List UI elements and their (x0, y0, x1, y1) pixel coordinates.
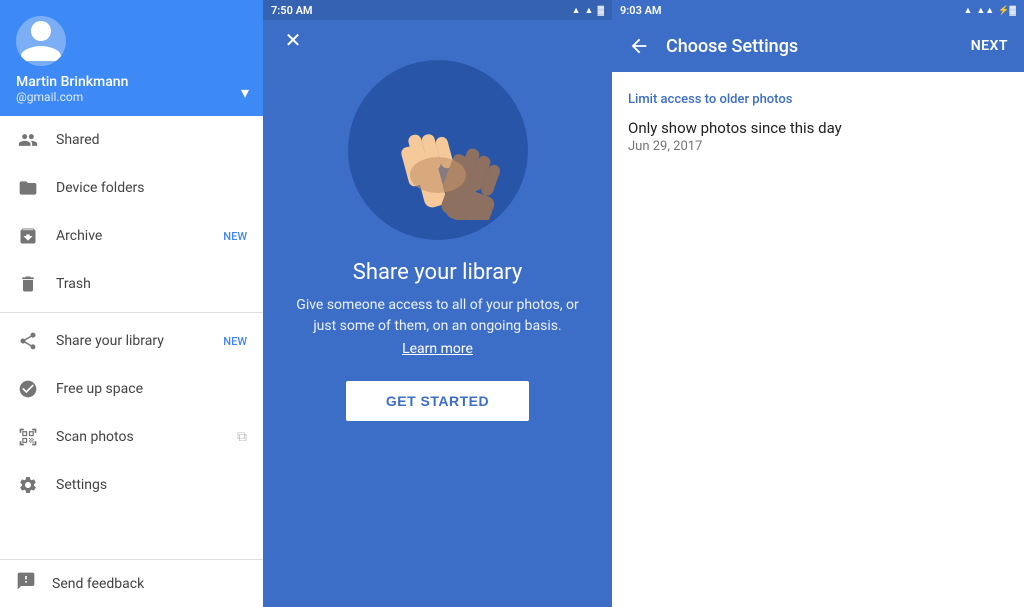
user-header[interactable]: Martin Brinkmann @gmail.com ▾ (0, 0, 263, 116)
dialog-status-time: 7:50 AM (271, 4, 572, 17)
dropdown-arrow-icon[interactable]: ▾ (241, 83, 249, 102)
sidebar-item-share-library[interactable]: Share your library NEW (0, 317, 263, 365)
dialog-status-bar: 7:50 AM ▲ ▲ ▓ (263, 0, 612, 20)
nav-divider (0, 312, 263, 313)
shared-label: Shared (56, 132, 247, 148)
user-name: Martin Brinkmann (16, 74, 247, 90)
wifi-icon: ▲ (572, 5, 581, 16)
external-link-icon: ⧉ (237, 429, 247, 445)
right-battery-icon: ⚡▓ (998, 5, 1016, 16)
delete-icon (16, 272, 40, 296)
archive-icon (16, 224, 40, 248)
learn-more-link[interactable]: Learn more (402, 341, 473, 357)
avatar (16, 16, 66, 66)
sidebar-item-device-folders[interactable]: Device folders (0, 164, 263, 212)
sidebar-item-settings[interactable]: Settings (0, 461, 263, 509)
right-signal-icon: ▲▲ (976, 5, 994, 16)
right-header: Choose Settings NEXT (612, 20, 1024, 72)
sidebar-item-trash[interactable]: Trash (0, 260, 263, 308)
dialog-illustration (348, 60, 528, 240)
avatar-icon (16, 16, 66, 66)
settings-option-date: Jun 29, 2017 (628, 139, 1008, 154)
share-library-badge: NEW (223, 335, 247, 348)
feedback-icon (16, 571, 36, 596)
archive-badge: NEW (223, 230, 247, 243)
right-content: Limit access to older photos Only show p… (612, 72, 1024, 607)
scan-photos-label: Scan photos (56, 429, 237, 445)
trash-label: Trash (56, 276, 247, 292)
battery-icon: ▓ (597, 5, 604, 16)
free-space-label: Free up space (56, 381, 247, 397)
share-dialog-description: Give someone access to all of your photo… (263, 285, 612, 337)
left-navigation-drawer: Martin Brinkmann @gmail.com ▾ Shared Dev… (0, 0, 263, 607)
settings-option-label: Only show photos since this day (628, 119, 1008, 137)
sidebar-item-shared[interactable]: Shared (0, 116, 263, 164)
user-email: @gmail.com (16, 90, 247, 104)
next-button[interactable]: NEXT (971, 38, 1008, 54)
holding-hands-illustration (368, 80, 508, 220)
share-library-label: Share your library (56, 333, 223, 349)
right-status-bar: 9:03 AM ▲ ▲▲ ⚡▓ (612, 0, 1024, 20)
settings-label: Settings (56, 477, 247, 493)
free-space-icon (16, 377, 40, 401)
send-feedback-item[interactable]: Send feedback (0, 559, 263, 607)
sidebar-item-archive[interactable]: Archive NEW (0, 212, 263, 260)
dialog-close-button[interactable]: ✕ (277, 24, 309, 56)
scan-icon (16, 425, 40, 449)
sidebar-item-free-space[interactable]: Free up space (0, 365, 263, 413)
share-dialog-title: Share your library (353, 260, 522, 285)
settings-option: Only show photos since this day Jun 29, … (628, 119, 1008, 154)
back-button[interactable] (628, 35, 650, 57)
people-icon (16, 128, 40, 152)
share-library-icon (16, 329, 40, 353)
middle-panel: Albums 7:50 AM ▲ ▲ ▓ ✕ (263, 0, 612, 607)
settings-icon (16, 473, 40, 497)
share-library-dialog: 7:50 AM ▲ ▲ ▓ ✕ (263, 0, 612, 607)
right-status-icons: ▲ ▲▲ ⚡▓ (963, 5, 1016, 16)
settings-section-title: Limit access to older photos (628, 92, 1008, 107)
sidebar-item-scan-photos[interactable]: Scan photos ⧉ (0, 413, 263, 461)
right-panel: 9:03 AM ▲ ▲▲ ⚡▓ Choose Settings NEXT Lim… (612, 0, 1024, 607)
dialog-status-icons: ▲ ▲ ▓ (572, 5, 604, 16)
header-title: Choose Settings (666, 36, 971, 57)
right-wifi-icon: ▲ (963, 5, 972, 16)
archive-label: Archive (56, 228, 223, 244)
send-feedback-label: Send feedback (52, 576, 144, 592)
get-started-button[interactable]: GET STARTED (346, 381, 529, 421)
nav-items-list: Shared Device folders Archive NEW Trash (0, 116, 263, 559)
folder-icon (16, 176, 40, 200)
device-folders-label: Device folders (56, 180, 247, 196)
right-status-time: 9:03 AM (620, 4, 963, 17)
signal-icon: ▲ (585, 5, 594, 16)
